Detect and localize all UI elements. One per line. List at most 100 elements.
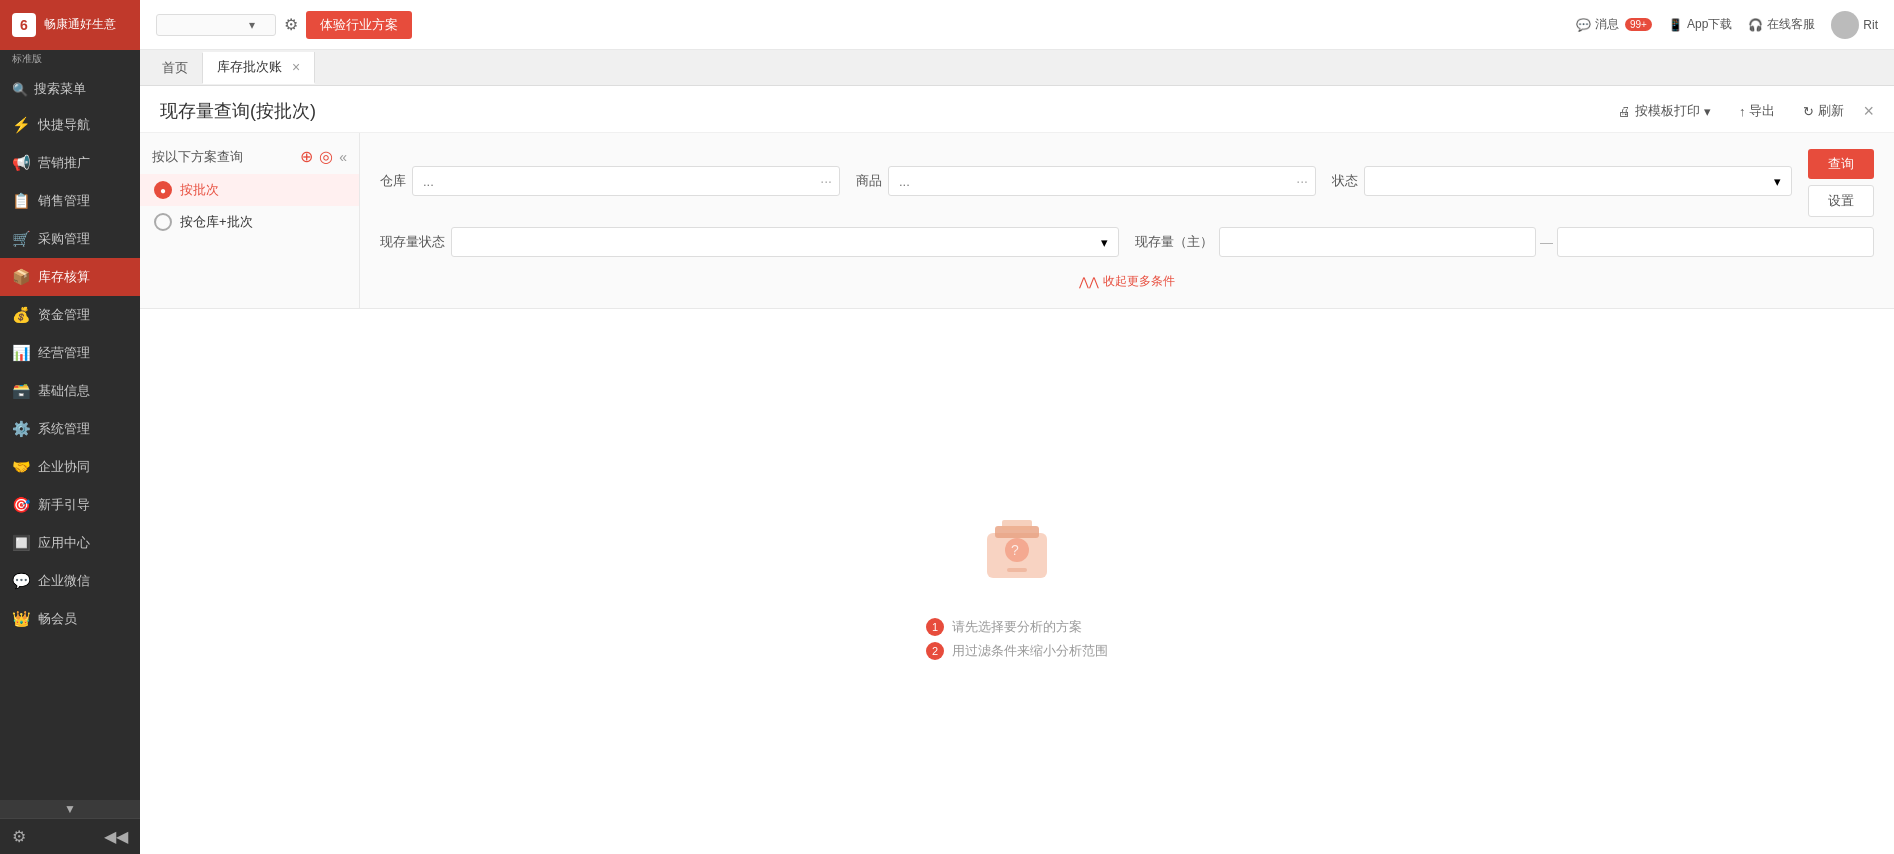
quantity-from-input[interactable] — [1219, 227, 1536, 257]
experience-button[interactable]: 体验行业方案 — [306, 11, 412, 39]
sidebar-item-label: 资金管理 — [38, 306, 90, 324]
user-name: Rit — [1863, 18, 1878, 32]
refresh-label: 刷新 — [1818, 102, 1844, 120]
member-icon: 👑 — [12, 610, 30, 628]
messages-label: 消息 — [1595, 16, 1619, 33]
sidebar-item-label: 系统管理 — [38, 420, 90, 438]
filter-area: 按以下方案查询 ⊕ ◎ « ● 按批次 按仓库+批次 — [140, 133, 1894, 309]
warehouse-field: 仓库 ··· — [380, 166, 840, 196]
page-header-actions: 🖨 按模板打印 ▾ ↑ 导出 ↻ 刷新 × — [1609, 98, 1874, 124]
export-button[interactable]: ↑ 导出 — [1730, 98, 1785, 124]
sidebar-item-finance[interactable]: 💰 资金管理 — [0, 296, 140, 334]
topbar-search-box[interactable]: ▾ — [156, 14, 276, 36]
collapse-sidebar-icon[interactable]: ◀◀ — [104, 827, 128, 846]
inventory-status-label: 现存量状态 — [380, 233, 445, 251]
status-label: 状态 — [1332, 172, 1358, 190]
scheme-panel-header: 按以下方案查询 ⊕ ◎ « — [140, 143, 359, 174]
empty-illustration: ? — [967, 498, 1067, 598]
export-label: 导出 — [1749, 102, 1775, 120]
online-service-action[interactable]: 🎧 在线客服 — [1748, 16, 1815, 33]
product-field: 商品 ··· — [856, 166, 1316, 196]
scroll-down-icon[interactable]: ▼ — [64, 802, 76, 816]
collapse-more-button[interactable]: ⋀⋀ 收起更多条件 — [380, 267, 1874, 296]
sidebar-item-quick-nav[interactable]: ⚡ 快捷导航 — [0, 106, 140, 144]
sidebar-item-label: 应用中心 — [38, 534, 90, 552]
empty-tips: 1 请先选择要分析的方案 2 用过滤条件来缩小分析范围 — [926, 618, 1108, 666]
wechat-icon: 💬 — [12, 572, 30, 590]
product-more-icon[interactable]: ··· — [1296, 173, 1308, 189]
quantity-label: 现存量（主） — [1135, 233, 1213, 251]
collapse-more-label: 收起更多条件 — [1103, 273, 1175, 290]
system-icon: ⚙️ — [12, 420, 30, 438]
sidebar-item-label: 基础信息 — [38, 382, 90, 400]
settings-scheme-icon[interactable]: ◎ — [319, 147, 333, 166]
inventory-status-select[interactable]: ▾ — [451, 227, 1119, 257]
tab-close-button[interactable]: × — [292, 59, 300, 75]
topbar-right: 💬 消息 99+ 📱 App下载 🎧 在线客服 Rit — [1576, 11, 1878, 39]
scheme-item-warehouse-batch[interactable]: 按仓库+批次 — [140, 206, 359, 238]
print-icon: 🖨 — [1618, 104, 1631, 119]
tab-batch-account[interactable]: 库存批次账 × — [203, 52, 315, 84]
product-input[interactable] — [888, 166, 1316, 196]
warehouse-more-icon[interactable]: ··· — [820, 173, 832, 189]
app-download-action[interactable]: 📱 App下载 — [1668, 16, 1732, 33]
guide-icon: 🎯 — [12, 496, 30, 514]
refresh-button[interactable]: ↻ 刷新 — [1794, 98, 1853, 124]
settings-button[interactable]: 设置 — [1808, 185, 1874, 217]
sidebar-item-label: 快捷导航 — [38, 116, 90, 134]
sidebar-item-system[interactable]: ⚙️ 系统管理 — [0, 410, 140, 448]
sidebar-item-inventory[interactable]: 📦 库存核算 — [0, 258, 140, 296]
warehouse-input-container: ··· — [412, 166, 840, 196]
add-scheme-icon[interactable]: ⊕ — [300, 147, 313, 166]
query-button[interactable]: 查询 — [1808, 149, 1874, 179]
sidebar: 6 畅康通好生意 标准版 🔍 搜索菜单 ⚡ 快捷导航 📢 营销推广 📋 销售管理… — [0, 0, 140, 854]
user-avatar-action[interactable]: Rit — [1831, 11, 1878, 39]
filter-row-2: 现存量状态 ▾ 现存量（主） — — [380, 227, 1874, 257]
page-content: 现存量查询(按批次) 🖨 按模板打印 ▾ ↑ 导出 ↻ 刷新 × — [140, 86, 1894, 854]
print-button[interactable]: 🖨 按模板打印 ▾ — [1609, 98, 1720, 124]
topbar-search-input[interactable] — [165, 18, 245, 32]
search-menu-label: 搜索菜单 — [34, 80, 86, 98]
purchase-icon: 🛒 — [12, 230, 30, 248]
sidebar-item-marketing[interactable]: 📢 营销推广 — [0, 144, 140, 182]
sidebar-item-guide[interactable]: 🎯 新手引导 — [0, 486, 140, 524]
online-service-label: 在线客服 — [1767, 16, 1815, 33]
sidebar-item-basic[interactable]: 🗃️ 基础信息 — [0, 372, 140, 410]
sidebar-item-wechat[interactable]: 💬 企业微信 — [0, 562, 140, 600]
inventory-status-dropdown-icon: ▾ — [1101, 235, 1108, 250]
empty-state: ? 1 请先选择要分析的方案 2 用过滤条件来缩小分析范围 — [140, 309, 1894, 854]
search-menu[interactable]: 🔍 搜索菜单 — [0, 72, 140, 106]
status-select[interactable]: ▾ — [1364, 166, 1792, 196]
empty-tip-1: 1 请先选择要分析的方案 — [926, 618, 1108, 636]
sidebar-item-sales[interactable]: 📋 销售管理 — [0, 182, 140, 220]
page-close-button[interactable]: × — [1863, 101, 1874, 122]
inventory-status-field: 现存量状态 ▾ — [380, 227, 1119, 257]
search-icon: 🔍 — [12, 82, 28, 97]
quantity-to-input[interactable] — [1557, 227, 1874, 257]
page-header: 现存量查询(按批次) 🖨 按模板打印 ▾ ↑ 导出 ↻ 刷新 × — [140, 86, 1894, 133]
sidebar-item-label: 销售管理 — [38, 192, 90, 210]
tab-home[interactable]: 首页 — [148, 53, 203, 83]
sidebar-item-label: 经营管理 — [38, 344, 90, 362]
topbar-left: ▾ ⚙ 体验行业方案 — [156, 11, 1564, 39]
sidebar-item-operation[interactable]: 📊 经营管理 — [0, 334, 140, 372]
search-dropdown-icon[interactable]: ▾ — [249, 18, 255, 32]
scheme-panel-title: 按以下方案查询 — [152, 148, 243, 166]
sidebar-item-label: 畅会员 — [38, 610, 77, 628]
sidebar-item-purchase[interactable]: 🛒 采购管理 — [0, 220, 140, 258]
marketing-icon: 📢 — [12, 154, 30, 172]
messages-action[interactable]: 💬 消息 99+ — [1576, 16, 1652, 33]
settings-icon[interactable]: ⚙ — [12, 827, 26, 846]
sidebar-item-member[interactable]: 👑 畅会员 — [0, 600, 140, 638]
avatar — [1831, 11, 1859, 39]
sidebar-item-app-center[interactable]: 🔲 应用中心 — [0, 524, 140, 562]
print-dropdown-icon[interactable]: ▾ — [1704, 104, 1711, 119]
warehouse-input[interactable] — [412, 166, 840, 196]
scheme-item-batch[interactable]: ● 按批次 — [140, 174, 359, 206]
topbar-gear-icon[interactable]: ⚙ — [284, 15, 298, 34]
sidebar-item-enterprise[interactable]: 🤝 企业协同 — [0, 448, 140, 486]
topbar: ▾ ⚙ 体验行业方案 💬 消息 99+ 📱 App下载 🎧 在线客服 Rit — [140, 0, 1894, 50]
export-icon: ↑ — [1739, 104, 1746, 119]
quick-nav-icon: ⚡ — [12, 116, 30, 134]
collapse-scheme-icon[interactable]: « — [339, 149, 347, 165]
